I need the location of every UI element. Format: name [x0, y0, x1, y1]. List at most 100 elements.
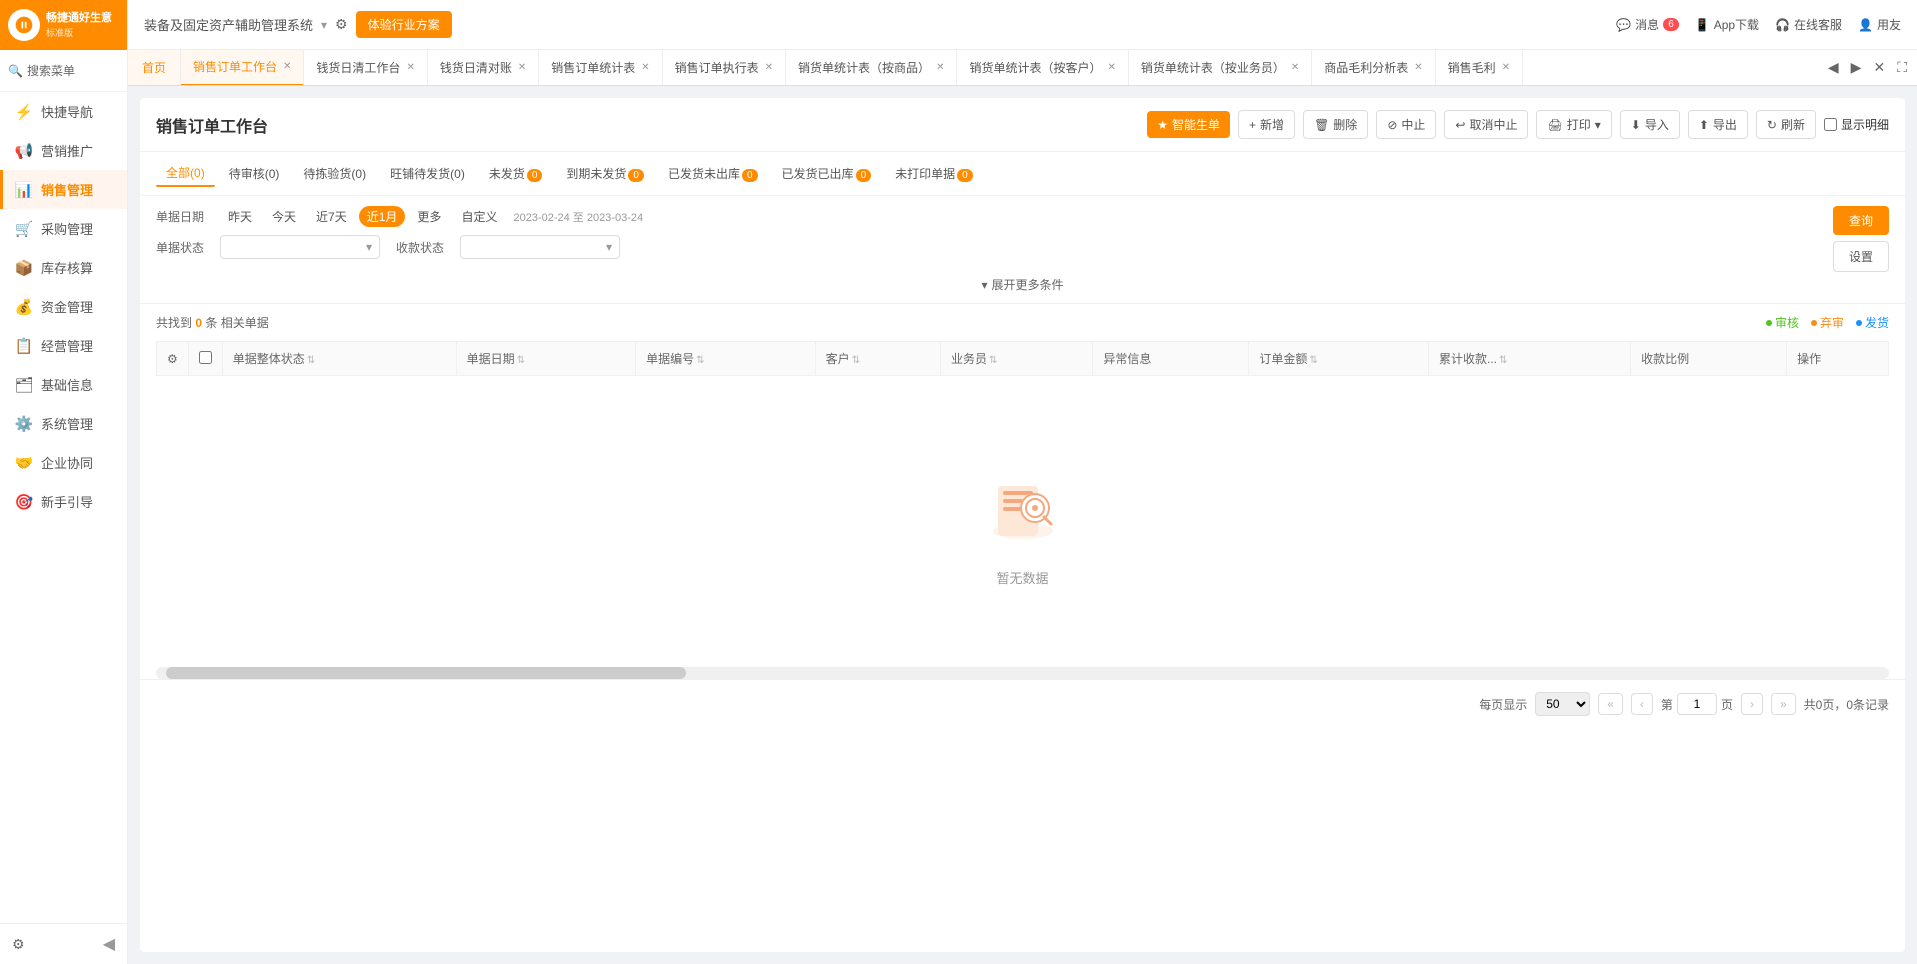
sidebar-item-sales[interactable]: 📊 销售管理: [0, 170, 127, 209]
select-all-checkbox[interactable]: [199, 351, 212, 364]
th-settings[interactable]: ⚙: [157, 342, 189, 376]
app-download-button[interactable]: 📱 App下载: [1695, 16, 1759, 33]
sort-date-icon[interactable]: ⇅: [517, 355, 525, 366]
sort-number-icon[interactable]: ⇅: [696, 355, 704, 366]
last-page-button[interactable]: »: [1771, 693, 1796, 715]
sub-tab-shipped-not-out[interactable]: 已发货未出库0: [658, 161, 768, 186]
tab-close-cash-daily[interactable]: ✕: [406, 62, 414, 73]
tab-close-stat-staff[interactable]: ✕: [1291, 62, 1299, 73]
tab-sales-stats[interactable]: 销售订单统计表 ✕: [539, 50, 662, 86]
industry-solution-button[interactable]: 体验行业方案: [356, 11, 452, 38]
sub-tab-overdue-not-shipped[interactable]: 到期未发货0: [556, 161, 654, 186]
sidebar-item-guide[interactable]: 🎯 新手引导: [0, 482, 127, 521]
settings-gear-icon[interactable]: ⚙: [335, 16, 348, 33]
tab-gross-profit[interactable]: 商品毛利分析表 ✕: [1312, 50, 1435, 86]
settings-icon[interactable]: ⚙: [12, 936, 25, 953]
payment-select[interactable]: [460, 235, 620, 259]
batch-ship-button[interactable]: 发货: [1856, 314, 1889, 331]
sort-status-icon[interactable]: ⇅: [307, 355, 315, 366]
sidebar-item-cooperation[interactable]: 🤝 企业协同: [0, 443, 127, 482]
search-menu-button[interactable]: 🔍 搜索菜单: [8, 58, 119, 83]
new-button[interactable]: + 新增: [1238, 110, 1295, 139]
tab-close-gross-profit[interactable]: ✕: [1414, 62, 1422, 73]
message-badge: 6: [1663, 18, 1679, 31]
export-button[interactable]: ⬆ 导出: [1688, 110, 1748, 139]
system-dropdown-icon[interactable]: ▾: [321, 18, 327, 32]
sort-customer-icon[interactable]: ⇅: [852, 355, 860, 366]
th-checkbox[interactable]: [188, 342, 222, 376]
tab-prev-button[interactable]: ◀: [1824, 57, 1843, 78]
next-page-button[interactable]: ›: [1741, 693, 1763, 715]
tab-cash-daily[interactable]: 钱货日清工作台 ✕: [304, 50, 427, 86]
tab-close-sales-exec[interactable]: ✕: [765, 62, 773, 73]
tab-sales-workbench[interactable]: 销售订单工作台 ✕: [181, 50, 304, 86]
sub-tab-not-shipped[interactable]: 未发货0: [479, 161, 553, 186]
sub-tab-pending-inspect[interactable]: 待拣验货(0): [293, 161, 376, 186]
tab-fullscreen-button[interactable]: ⛶: [1893, 57, 1911, 78]
date-opt-yesterday[interactable]: 昨天: [220, 206, 260, 227]
tab-sales-more[interactable]: 销售毛利 ✕: [1436, 50, 1523, 86]
date-opt-custom[interactable]: 自定义: [453, 206, 505, 227]
stop-button[interactable]: ⊘ 中止: [1376, 110, 1436, 139]
tab-close-cash-reconcile[interactable]: ✕: [518, 62, 526, 73]
tab-sales-stat-customer[interactable]: 销货单统计表（按客户） ✕: [957, 50, 1128, 86]
tab-sales-exec[interactable]: 销售订单执行表 ✕: [663, 50, 786, 86]
cancel-stop-button[interactable]: ↩ 取消中止: [1444, 110, 1528, 139]
sub-tab-wangpu[interactable]: 旺铺待发货(0): [380, 161, 475, 186]
online-service-button[interactable]: 🎧 在线客服: [1775, 16, 1842, 33]
sidebar-item-purchase[interactable]: 🛒 采购管理: [0, 209, 127, 248]
sidebar-item-operation[interactable]: 📋 经营管理: [0, 326, 127, 365]
tab-sales-stat-staff[interactable]: 销货单统计表（按业务员） ✕: [1129, 50, 1312, 86]
sidebar-item-marketing[interactable]: 📢 营销推广: [0, 131, 127, 170]
tab-close-all-button[interactable]: ✕: [1869, 57, 1889, 78]
import-button[interactable]: ⬇ 导入: [1620, 110, 1680, 139]
tab-sales-stat-product[interactable]: 销货单统计表（按商品） ✕: [786, 50, 957, 86]
chevron-down-icon: ▾: [981, 278, 987, 292]
expand-more-button[interactable]: ▾ 展开更多条件: [981, 276, 1063, 293]
batch-audit-button[interactable]: 审核: [1766, 314, 1799, 331]
delete-button[interactable]: 🗑 删除: [1303, 110, 1368, 139]
tab-close-stat-product[interactable]: ✕: [936, 62, 944, 73]
show-detail-checkbox[interactable]: 显示明细: [1824, 116, 1889, 133]
page-size-select[interactable]: 50 10 20 100: [1535, 692, 1590, 716]
user-menu-button[interactable]: 👤 用友: [1858, 16, 1901, 33]
show-detail-input[interactable]: [1824, 118, 1837, 131]
date-opt-7days[interactable]: 近7天: [308, 206, 355, 227]
sub-tab-all[interactable]: 全部(0): [156, 160, 215, 187]
date-opt-1month[interactable]: 近1月: [359, 206, 406, 227]
tab-home[interactable]: 首页: [128, 50, 181, 86]
sort-amount-icon[interactable]: ⇅: [1309, 355, 1317, 366]
print-button[interactable]: 🖨 打印 ▾: [1536, 110, 1611, 139]
tab-close-stat-customer[interactable]: ✕: [1107, 62, 1115, 73]
tab-next-button[interactable]: ▶: [1847, 57, 1866, 78]
status-select[interactable]: [220, 235, 380, 259]
sub-tab-pending-review[interactable]: 待审核(0): [219, 161, 290, 186]
sidebar-item-system[interactable]: ⚙️ 系统管理: [0, 404, 127, 443]
query-button[interactable]: 查询: [1833, 206, 1889, 235]
sidebar-item-basic-info[interactable]: 🗂 基础信息: [0, 365, 127, 404]
date-opt-more[interactable]: 更多: [409, 206, 449, 227]
sidebar-item-finance[interactable]: 💰 资金管理: [0, 287, 127, 326]
batch-revoke-button[interactable]: 弃审: [1811, 314, 1844, 331]
smart-create-button[interactable]: ★ 智能生单: [1147, 111, 1230, 138]
sort-collected-icon[interactable]: ⇅: [1499, 355, 1507, 366]
sub-tab-not-printed[interactable]: 未打印单据0: [885, 161, 983, 186]
first-page-button[interactable]: «: [1598, 693, 1623, 715]
sidebar-item-quick-nav[interactable]: ⚡ 快捷导航: [0, 92, 127, 131]
setting-button[interactable]: 设置: [1833, 241, 1889, 272]
tab-close-sales-more[interactable]: ✕: [1502, 62, 1510, 73]
refresh-button[interactable]: ↻ 刷新: [1756, 110, 1816, 139]
sort-staff-icon[interactable]: ⇅: [989, 355, 997, 366]
prev-page-button[interactable]: ‹: [1631, 693, 1653, 715]
tab-close-sales-stats[interactable]: ✕: [641, 62, 649, 73]
message-button[interactable]: 💬 消息 6: [1616, 16, 1679, 33]
sidebar-collapse-icon[interactable]: ◀: [103, 934, 115, 954]
sub-tab-shipped-out[interactable]: 已发货已出库0: [772, 161, 882, 186]
scroll-thumb[interactable]: [166, 667, 686, 679]
date-opt-today[interactable]: 今天: [264, 206, 304, 227]
sidebar-item-inventory[interactable]: 📦 库存核算: [0, 248, 127, 287]
tab-cash-reconcile[interactable]: 钱货日清对账 ✕: [428, 50, 539, 86]
horizontal-scrollbar[interactable]: [156, 667, 1889, 679]
page-number-input[interactable]: [1677, 693, 1717, 715]
tab-close-sales-workbench[interactable]: ✕: [283, 61, 291, 72]
